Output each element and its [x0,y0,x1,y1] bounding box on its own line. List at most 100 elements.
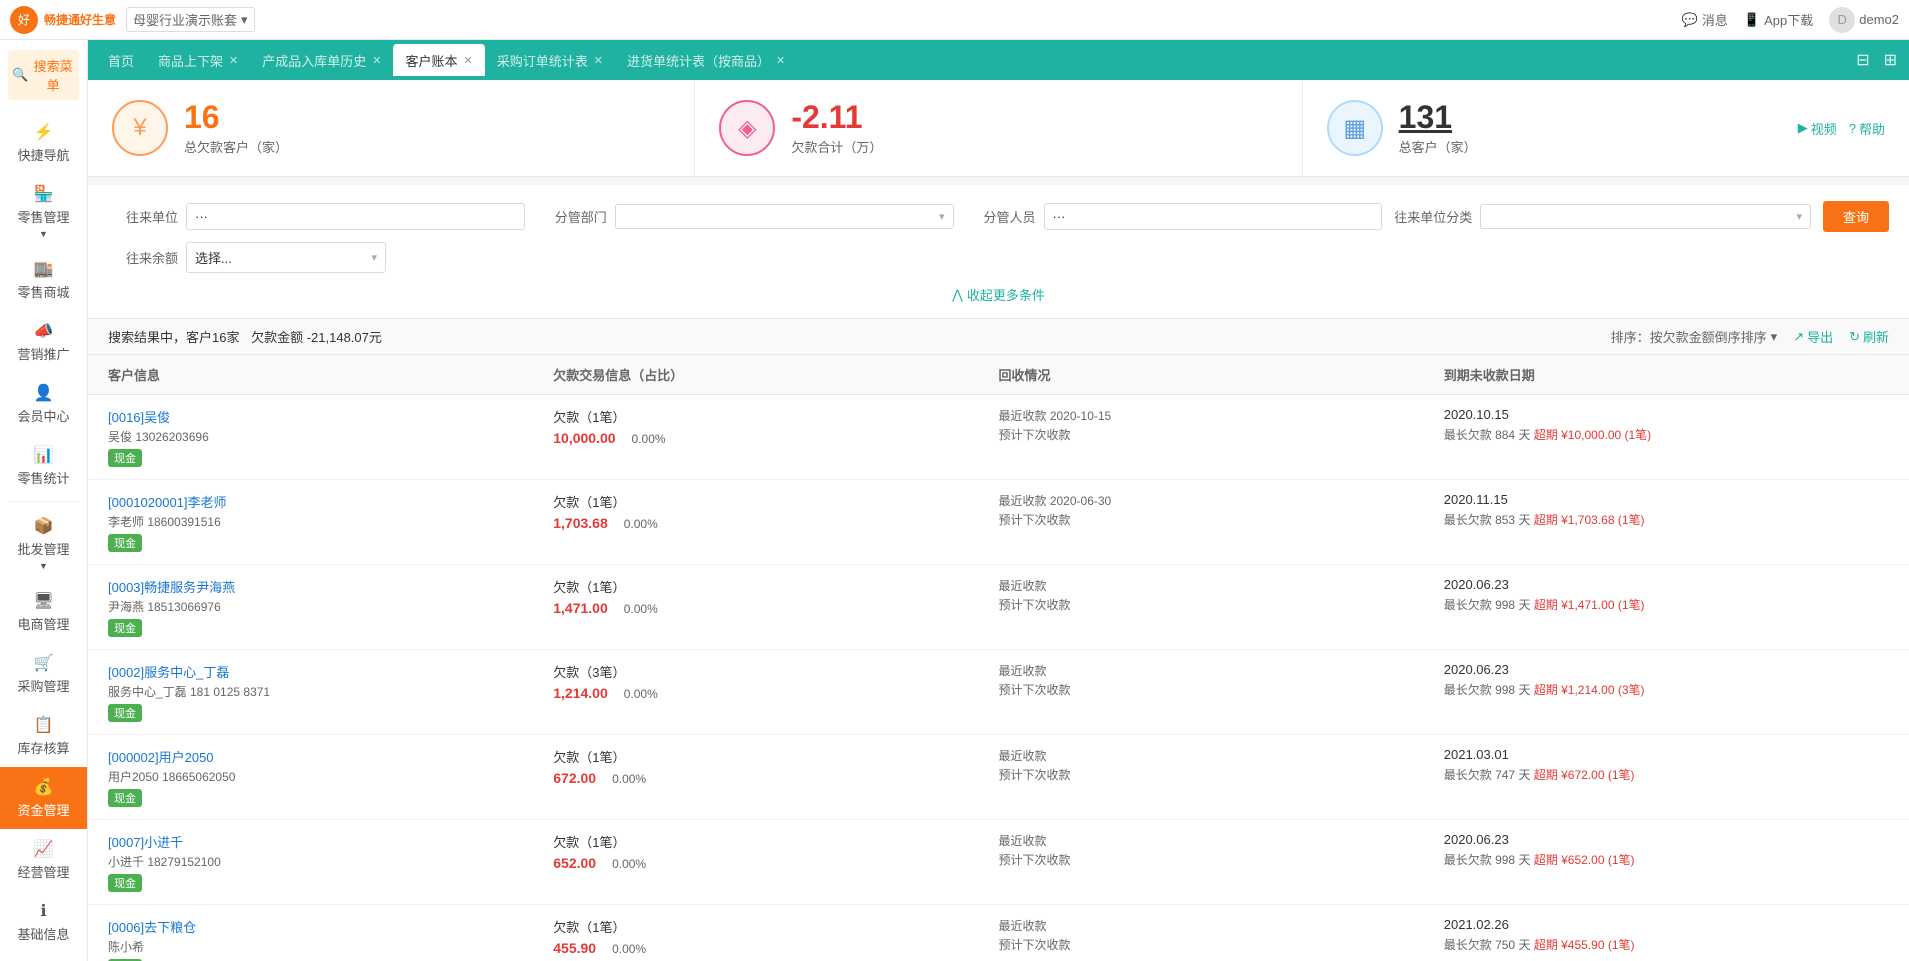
customer-id-link[interactable]: [0016]吴俊 [108,407,553,426]
debt-info-cell: 欠款（1笔） 455.90 0.00% [553,917,998,961]
chevron-down-icon: ▾ [939,210,945,223]
sidebar-item-retail-stats[interactable]: 📊 零售统计 [0,435,87,497]
debt-amount: 1,214.00 [553,685,608,701]
overdue-amount-link[interactable]: 超期 ¥1,703.68 (1笔) [1534,513,1645,527]
overdue-amount-link[interactable]: 超期 ¥672.00 (1笔) [1534,768,1635,782]
results-actions: 排序：按欠款金额倒序排序 ▾ ↗ 导出 ↻ 刷新 [1611,327,1889,346]
tab-incoming-stats[interactable]: 进货单统计表（按商品） ✕ [615,44,797,76]
overdue-amount-link[interactable]: 超期 ¥652.00 (1笔) [1534,853,1635,867]
debt-amount-value: -2.11 [791,101,882,133]
customer-info-cell: [0002]服务中心_丁磊 服务中心_丁磊 181 0125 8371 现金 [108,662,553,722]
overdue-amount-link[interactable]: 超期 ¥1,214.00 (3笔) [1534,683,1645,697]
tab-product-history[interactable]: 产成品入库单历史 ✕ [250,44,393,76]
overdue-cell: 2020.10.15 最长欠款 884 天 超期 ¥10,000.00 (1笔) [1444,407,1889,467]
debt-info-cell: 欠款（1笔） 1,703.68 0.00% [553,492,998,552]
tab-collapse-btn[interactable]: ⊟ [1852,48,1873,72]
total-customers-icon: ▦ [1327,100,1383,156]
sidebar-item-operations[interactable]: 📈 经营管理 [0,829,87,891]
user-menu[interactable]: D demo2 [1829,7,1899,33]
tab-home[interactable]: 首页 [96,44,146,76]
user-name: demo2 [1859,12,1899,27]
overdue-amount-link[interactable]: 超期 ¥455.90 (1笔) [1534,938,1635,952]
overdue-days: 最长欠款 884 天 超期 ¥10,000.00 (1笔) [1444,426,1889,443]
debt-count: 欠款（1笔） [553,917,998,936]
sidebar-item-ecommerce[interactable]: 🖥 电商管理 [0,581,87,643]
purchase-mgmt-icon: 🛒 [34,653,54,673]
debt-customers-body: 16 总欠款客户（家） [184,101,288,156]
debt-count: 欠款（3笔） [553,662,998,681]
sidebar-item-batch-mgmt[interactable]: 📦 批发管理 ▼ [0,506,87,581]
refresh-btn[interactable]: ↻ 刷新 [1849,327,1889,346]
dept-select[interactable]: ▾ [615,204,954,229]
tab-close-icon[interactable]: ✕ [464,54,473,67]
sidebar-item-label: 电商管理 [17,614,69,633]
app-download-btn[interactable]: 📱 App下载 [1744,10,1813,29]
message-btn[interactable]: 💬 消息 [1682,10,1728,29]
tab-purchase-order[interactable]: 采购订单统计表 ✕ [485,44,615,76]
table-row: [0006]去下粮仓 陈小希 现金 欠款（1笔） 455.90 0.00% 最近… [88,905,1909,961]
sidebar-item-basic-info[interactable]: ℹ 基础信息 [0,891,87,953]
overdue-amount-link[interactable]: 超期 ¥10,000.00 (1笔) [1534,428,1651,442]
collapse-btn[interactable]: ⋀ 收起更多条件 [108,279,1889,310]
tab-customer-account[interactable]: 客户账本 ✕ [393,44,484,76]
overdue-cell: 2021.03.01 最长欠款 747 天 超期 ¥672.00 (1笔) [1444,747,1889,807]
debt-info-cell: 欠款（1笔） 652.00 0.00% [553,832,998,892]
person-input[interactable]: ··· [1044,203,1383,230]
sidebar-item-label: 采购管理 [17,676,69,695]
sidebar-item-marketing[interactable]: 📣 营销推广 [0,311,87,373]
tab-close-icon[interactable]: ✕ [776,54,785,67]
total-customers-body: 131 总客户（家） [1399,101,1477,156]
search-button[interactable]: 查询 [1823,201,1889,232]
customer-phone: 小进千 18279152100 [108,853,553,870]
sidebar-item-purchase-mgmt[interactable]: 🛒 采购管理 [0,643,87,705]
video-icon: ▶ [1798,120,1808,136]
customer-id-link[interactable]: [0002]服务中心_丁磊 [108,662,553,681]
logo-text: 畅捷通好生意 [44,11,116,28]
search-menu-btn[interactable]: 🔍 搜索菜单 [8,50,79,100]
filter-label-customer-unit: 往来单位 [108,207,178,226]
tab-product-shelf[interactable]: 商品上下架 ✕ [146,44,250,76]
help-icon: ? [1849,121,1856,136]
balance-select[interactable]: 选择... ▾ [186,242,386,273]
overdue-amount-link[interactable]: 超期 ¥1,471.00 (1笔) [1534,598,1645,612]
debt-amount-body: -2.11 欠款合计（万） [791,101,882,156]
collect-info-cell: 最近收款 2020-10-15 预计下次收款 [999,407,1444,467]
overdue-date: 2020.06.23 [1444,662,1889,677]
customer-id-link[interactable]: [000002]用户2050 [108,747,553,766]
customer-id-link[interactable]: [0006]去下粮仓 [108,917,553,936]
tab-close-icon[interactable]: ✕ [229,54,238,67]
sidebar-item-system[interactable]: ⚙ 系统管理 [0,953,87,961]
summary-card-total-customers: ▦ 131 总客户（家） ▶ 视频 ? 帮助 [1303,80,1909,176]
video-btn[interactable]: ▶ 视频 [1798,119,1837,138]
retail-mall-icon: 🏬 [34,259,54,279]
category-select[interactable]: ▾ [1480,204,1811,229]
table-row: [0003]畅捷服务尹海燕 尹海燕 18513066976 现金 欠款（1笔） … [88,565,1909,650]
collect-info-cell: 最近收款 预计下次收款 [999,917,1444,961]
sidebar-item-finance[interactable]: 💰 资金管理 [0,767,87,829]
debt-amount: 455.90 [553,940,596,956]
sidebar-item-member[interactable]: 👤 会员中心 [0,373,87,435]
sidebar-item-retail-mgmt[interactable]: 🏪 零售管理 ▼ [0,174,87,249]
tab-close-icon[interactable]: ✕ [372,54,381,67]
summary-card-debt-amount: ◈ -2.11 欠款合计（万） [695,80,1302,176]
sidebar-item-quick-nav[interactable]: ⚡ 快捷导航 [0,112,87,174]
debt-ratio: 0.00% [612,942,646,956]
help-btn[interactable]: ? 帮助 [1849,119,1885,138]
app-download-label: App下载 [1764,10,1813,29]
tab-expand-btn[interactable]: ⊞ [1880,48,1901,72]
sidebar-nav: ⚡ 快捷导航 🏪 零售管理 ▼ 🏬 零售商城 📣 营销推广 👤 [0,106,87,961]
export-btn[interactable]: ↗ 导出 [1793,327,1833,346]
results-header: 搜索结果中，客户16家 欠款金额 -21,148.07元 排序：按欠款金额倒序排… [88,318,1909,355]
sort-select[interactable]: 排序：按欠款金额倒序排序 ▾ [1611,327,1778,346]
overdue-date: 2020.06.23 [1444,577,1889,592]
customer-id-link[interactable]: [0007]小进千 [108,832,553,851]
sidebar-item-inventory[interactable]: 📋 库存核算 [0,705,87,767]
customer-unit-input[interactable]: ··· [186,203,525,230]
person-dots: ··· [1053,209,1066,224]
tab-close-icon[interactable]: ✕ [594,54,603,67]
company-select[interactable]: 母婴行业演示账套 ▾ [126,7,255,32]
finance-icon: 💰 [34,777,54,797]
sidebar-item-retail-mall[interactable]: 🏬 零售商城 [0,249,87,311]
customer-id-link[interactable]: [0003]畅捷服务尹海燕 [108,577,553,596]
customer-id-link[interactable]: [0001020001]李老师 [108,492,553,511]
